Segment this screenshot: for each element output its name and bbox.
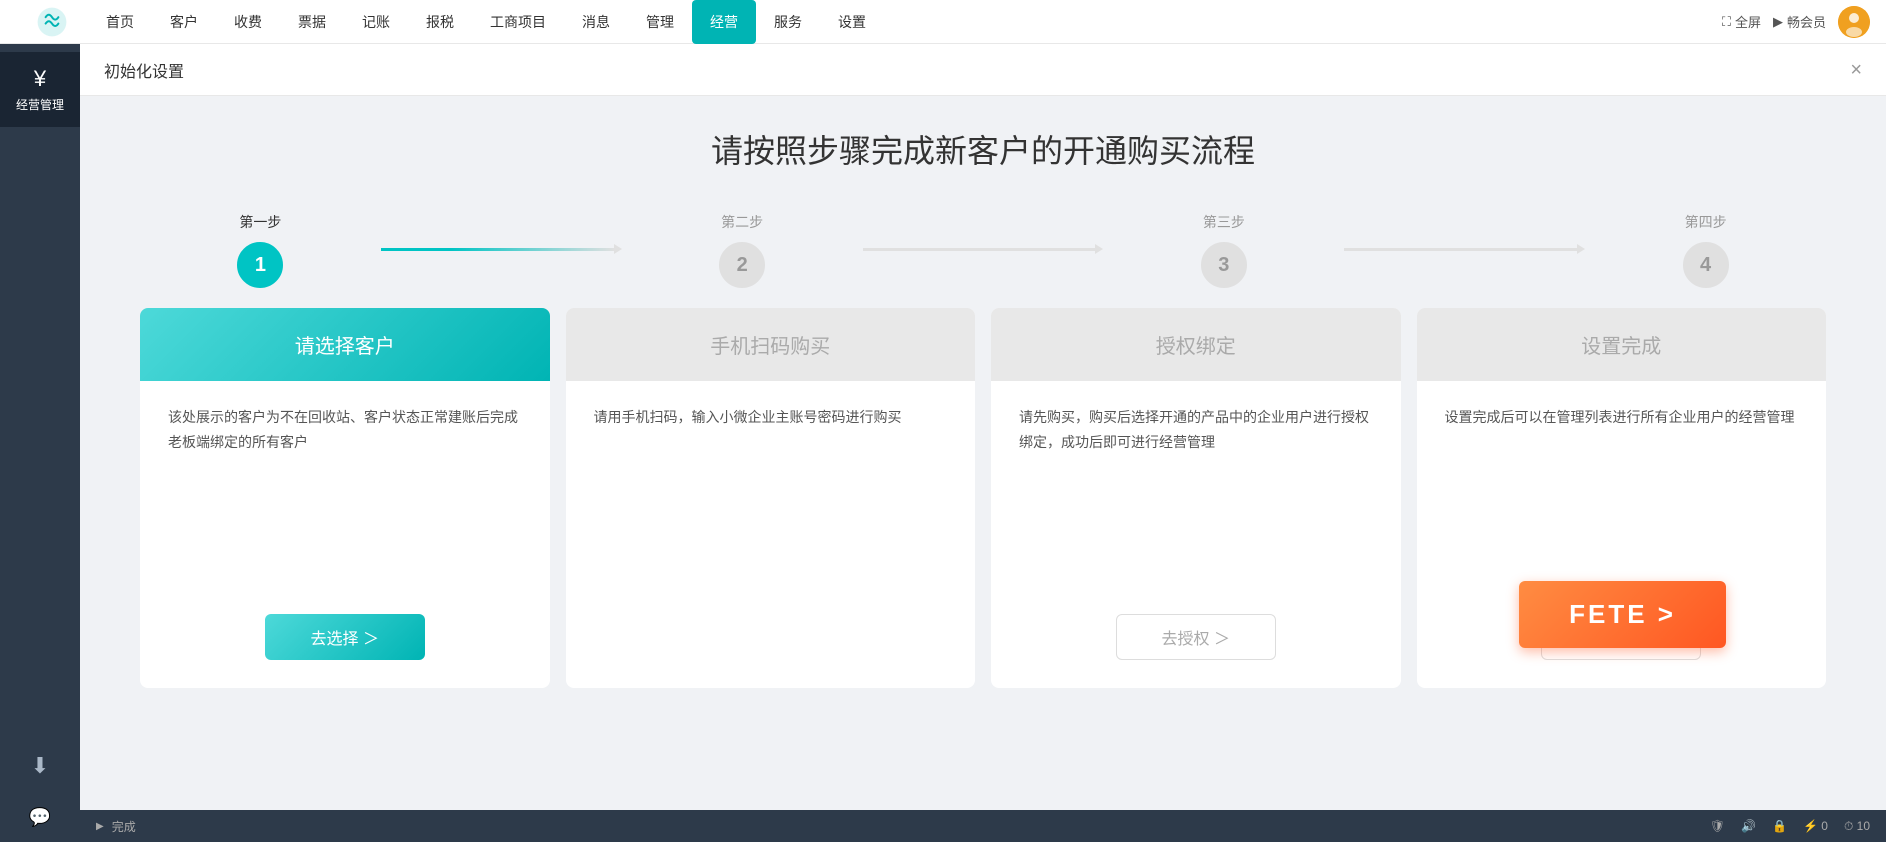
vip-label: 畅会员 (1787, 12, 1826, 31)
card-header-2: 手机扫码购买 (566, 308, 976, 381)
avatar[interactable] (1838, 6, 1870, 38)
sidebar: ¥ 经营管理 ⬇ 💬 (0, 44, 80, 842)
step-label-2: 第二步 (721, 212, 763, 232)
volume-icon: 🔊 (1741, 819, 1756, 833)
step-item-2: 第二步 2 (622, 212, 863, 288)
play-icon: ▶ (1773, 14, 1783, 30)
lock-icon: 🔒 (1772, 819, 1787, 833)
nav-home[interactable]: 首页 (88, 0, 152, 44)
layout: ¥ 经营管理 ⬇ 💬 初始化设置 × 请按照步骤完成新客户的开通购买流程 (0, 44, 1886, 842)
page-header: 初始化设置 × (80, 44, 1886, 96)
fullscreen-label: 全屏 (1735, 12, 1761, 31)
steps-bar: 第一步 1 第二步 2 (140, 212, 1826, 288)
nav-business[interactable]: 工商项目 (472, 0, 564, 44)
card-btn-1[interactable]: 去选择 ＞ (265, 614, 425, 660)
sidebar-item-download[interactable]: ⬇ (29, 739, 51, 793)
logo[interactable] (16, 6, 88, 38)
shield-icon: 🛡 (1710, 819, 1725, 833)
step-circle-2: 2 (719, 242, 765, 288)
fullscreen-btn[interactable]: ⛶ 全屏 (1722, 12, 1761, 31)
card-header-1: 请选择客户 (140, 308, 550, 381)
status-text: 完成 (112, 818, 136, 835)
main-content: 初始化设置 × 请按照步骤完成新客户的开通购买流程 第一步 1 第 (80, 44, 1886, 842)
connector-1 (381, 244, 622, 254)
nav-items: 首页 客户 收费 票据 记账 报税 工商项目 消息 管理 经营 服务 设置 (88, 0, 1722, 44)
nav-settings[interactable]: 设置 (820, 0, 884, 44)
nav-operation[interactable]: 经营 (692, 0, 756, 44)
wizard-body: 请按照步骤完成新客户的开通购买流程 第一步 1 第二步 2 (80, 96, 1886, 810)
nav-account[interactable]: 记账 (344, 0, 408, 44)
timer-count: ⏱ 10 (1844, 819, 1870, 834)
card-btn-3[interactable]: 去授权 ＞ (1116, 614, 1276, 660)
connector-2 (863, 244, 1104, 254)
sidebar-item-operation[interactable]: ¥ 经营管理 (0, 52, 80, 127)
nav-right: ⛶ 全屏 ▶ 畅会员 (1722, 6, 1870, 38)
sidebar-bottom: ⬇ 💬 (29, 739, 51, 842)
play-status-icon: ▶ (96, 821, 104, 832)
nav-tax[interactable]: 报税 (408, 0, 472, 44)
nav-customer[interactable]: 客户 (152, 0, 216, 44)
wizard-card-3: 授权绑定 请先购买，购买后选择开通的产品中的企业用户进行授权绑定，成功后即可进行… (991, 308, 1401, 688)
card-footer-1: 去选择 ＞ (140, 598, 550, 688)
wizard-card-1: 请选择客户 该处展示的客户为不在回收站、客户状态正常建账后完成老板端绑定的所有客… (140, 308, 550, 688)
card-body-4: 设置完成后可以在管理列表进行所有企业用户的经营管理 (1417, 381, 1827, 598)
card-body-1: 该处展示的客户为不在回收站、客户状态正常建账后完成老板端绑定的所有客户 (140, 381, 550, 598)
connector-3 (1344, 244, 1585, 254)
step-circle-1: 1 (237, 242, 283, 288)
card-footer-3: 去授权 ＞ (991, 598, 1401, 688)
nav-service[interactable]: 服务 (756, 0, 820, 44)
wizard-card-2: 手机扫码购买 请用手机扫码，输入小微企业主账号密码进行购买 (566, 308, 976, 688)
page-title: 初始化设置 (104, 58, 184, 82)
sidebar-item-label: 经营管理 (16, 96, 64, 113)
card-body-2: 请用手机扫码，输入小微企业主账号密码进行购买 (566, 381, 976, 644)
step-label-1: 第一步 (239, 212, 281, 232)
nav-fee[interactable]: 收费 (216, 0, 280, 44)
step-label-3: 第三步 (1203, 212, 1245, 232)
wizard-heading: 请按照步骤完成新客户的开通购买流程 (140, 126, 1826, 172)
nav-message[interactable]: 消息 (564, 0, 628, 44)
bottom-bar: ▶ 完成 🛡 🔊 🔒 ⚡ 0 ⏱ 10 (80, 810, 1886, 842)
nav-bill[interactable]: 票据 (280, 0, 344, 44)
step-item-3: 第三步 3 (1103, 212, 1344, 288)
step-circle-4: 4 (1683, 242, 1729, 288)
bottom-bar-right: 🛡 🔊 🔒 ⚡ 0 ⏱ 10 (1710, 819, 1870, 834)
vip-btn[interactable]: ▶ 畅会员 (1773, 12, 1826, 31)
sidebar-item-support[interactable]: 💬 (29, 793, 51, 842)
step-circle-3: 3 (1201, 242, 1247, 288)
nav-manage[interactable]: 管理 (628, 0, 692, 44)
step-label-4: 第四步 (1685, 212, 1727, 232)
step-item-4: 第四步 4 (1585, 212, 1826, 288)
yuan-icon: ¥ (34, 66, 46, 92)
step-item-1: 第一步 1 (140, 212, 381, 288)
card-header-3: 授权绑定 (991, 308, 1401, 381)
card-header-4: 设置完成 (1417, 308, 1827, 381)
card-footer-2 (566, 644, 976, 688)
download-icon: ⬇ (31, 753, 49, 779)
card-body-3: 请先购买，购买后选择开通的产品中的企业用户进行授权绑定，成功后即可进行经营管理 (991, 381, 1401, 598)
support-icon: 💬 (29, 807, 51, 828)
top-nav: 首页 客户 收费 票据 记账 报税 工商项目 消息 管理 经营 服务 设置 ⛶ … (0, 0, 1886, 44)
close-button[interactable]: × (1850, 60, 1862, 80)
flash-count: ⚡ 0 (1803, 819, 1828, 833)
fullscreen-icon: ⛶ (1722, 14, 1731, 30)
fete-banner[interactable]: FETE > (1519, 581, 1726, 648)
